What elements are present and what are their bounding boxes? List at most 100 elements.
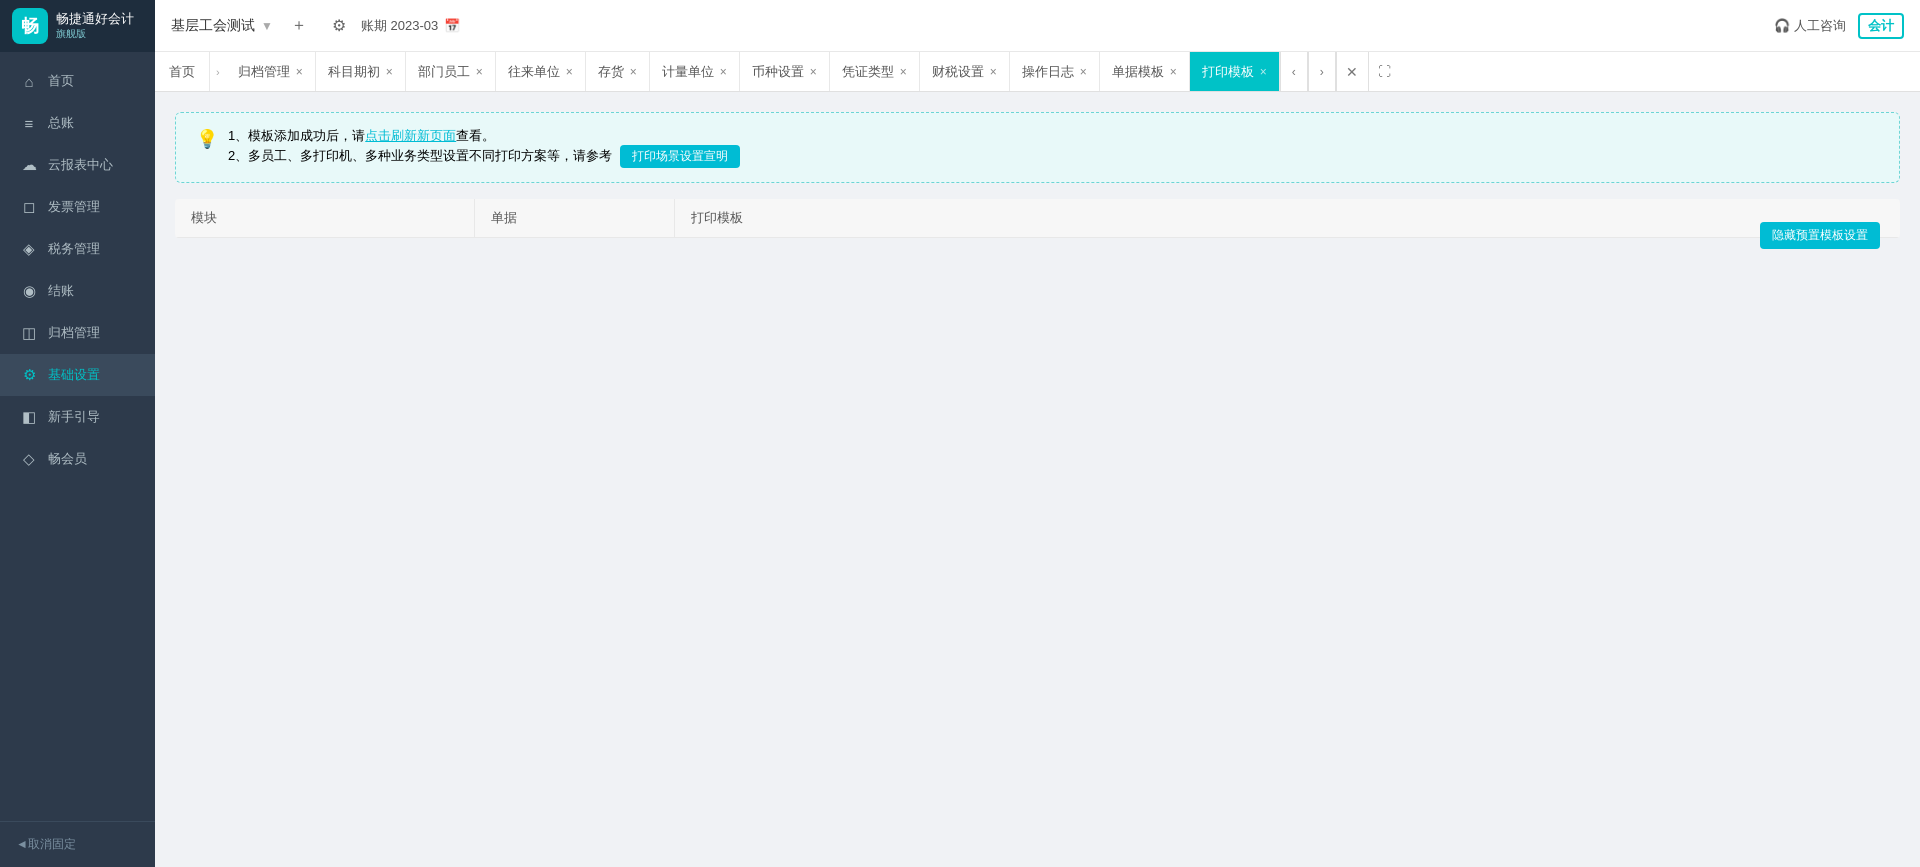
refresh-link[interactable]: 点击刷新新页面 bbox=[365, 128, 456, 143]
add-tab-button[interactable]: ＋ bbox=[285, 12, 313, 40]
sidebar-label-member: 畅会员 bbox=[48, 450, 87, 468]
tab-voucher-template-close-icon[interactable]: × bbox=[1170, 65, 1177, 79]
notice-text-1: 1、模板添加成功后，请 bbox=[228, 128, 365, 143]
sidebar-label-guide: 新手引导 bbox=[48, 408, 100, 426]
tab-subject-init-label: 科目期初 bbox=[328, 63, 380, 81]
tab-expand-button[interactable]: ⛶ bbox=[1368, 52, 1400, 92]
main-area: 基层工会测试 ▼ ＋ ⚙ 账期 2023-03 📅 🎧 人工咨询 会计 首页 bbox=[155, 0, 1920, 867]
ledger-icon: ≡ bbox=[20, 115, 38, 132]
table-col-module: 模块 bbox=[175, 199, 475, 237]
tab-prev-button[interactable]: ‹ bbox=[1280, 52, 1308, 92]
tabbar: 首页 › 归档管理 × 科目期初 × 部门员工 × 往来单位 × 存货 × 计量… bbox=[155, 52, 1920, 92]
company-chevron-icon: ▼ bbox=[261, 19, 273, 33]
logo-icon: 畅 bbox=[12, 8, 48, 44]
tab-voucher-template-label: 单据模板 bbox=[1112, 63, 1164, 81]
settings-icon: ⚙ bbox=[20, 366, 38, 384]
tab-voucher-type[interactable]: 凭证类型 × bbox=[830, 52, 920, 92]
sidebar-label-ledger: 总账 bbox=[48, 114, 74, 132]
tab-inventory-close-icon[interactable]: × bbox=[630, 65, 637, 79]
support-button[interactable]: 🎧 人工咨询 bbox=[1774, 17, 1846, 35]
tab-voucher-type-close-icon[interactable]: × bbox=[900, 65, 907, 79]
notice-line2: 2、多员工、多打印机、多种业务类型设置不同打印方案等，请参考 打印场景设置宣明 bbox=[228, 145, 740, 168]
logo-text-block: 畅捷通好会计 旗舰版 bbox=[56, 11, 134, 42]
sidebar-label-reports: 云报表中心 bbox=[48, 156, 113, 174]
bulb-icon: 💡 bbox=[196, 128, 218, 150]
unpin-button[interactable]: ◄取消固定 bbox=[0, 821, 155, 867]
sidebar-item-tax[interactable]: ◈ 税务管理 bbox=[0, 228, 155, 270]
tab-print-template-close-icon[interactable]: × bbox=[1260, 65, 1267, 79]
closing-icon: ◉ bbox=[20, 282, 38, 300]
tab-unit[interactable]: 计量单位 × bbox=[650, 52, 740, 92]
tab-unit-close-icon[interactable]: × bbox=[720, 65, 727, 79]
cloud-icon: ☁ bbox=[20, 156, 38, 174]
tab-home-label: 首页 bbox=[169, 63, 195, 81]
accountant-label: 会计 bbox=[1868, 18, 1894, 33]
company-selector[interactable]: 基层工会测试 ▼ bbox=[171, 17, 273, 35]
tab-next-button[interactable]: › bbox=[1308, 52, 1336, 92]
tab-operation-log[interactable]: 操作日志 × bbox=[1010, 52, 1100, 92]
hide-preview-settings-label: 隐藏预置模板设置 bbox=[1772, 228, 1868, 242]
company-name: 基层工会测试 bbox=[171, 17, 255, 35]
sidebar-label-settings: 基础设置 bbox=[48, 366, 100, 384]
sidebar-item-closing[interactable]: ◉ 结账 bbox=[0, 270, 155, 312]
tab-inventory-label: 存货 bbox=[598, 63, 624, 81]
tab-archive-close-icon[interactable]: × bbox=[296, 65, 303, 79]
calendar-icon[interactable]: 📅 bbox=[444, 18, 460, 33]
sidebar-label-archive: 归档管理 bbox=[48, 324, 100, 342]
period-display: 账期 2023-03 📅 bbox=[361, 17, 460, 35]
sidebar-label-tax: 税务管理 bbox=[48, 240, 100, 258]
tab-archive[interactable]: 归档管理 × bbox=[226, 52, 316, 92]
tab-tax-settings-close-icon[interactable]: × bbox=[990, 65, 997, 79]
tab-print-template[interactable]: 打印模板 × bbox=[1190, 52, 1280, 92]
tab-subject-init[interactable]: 科目期初 × bbox=[316, 52, 406, 92]
tab-voucher-template[interactable]: 单据模板 × bbox=[1100, 52, 1190, 92]
sidebar-nav: ⌂ 首页 ≡ 总账 ☁ 云报表中心 ◻ 发票管理 ◈ 税务管理 ◉ 结账 ◫ 归… bbox=[0, 52, 155, 821]
home-icon: ⌂ bbox=[20, 73, 38, 90]
tab-home[interactable]: 首页 bbox=[155, 52, 210, 92]
tab-counterparty-close-icon[interactable]: × bbox=[566, 65, 573, 79]
sidebar-item-guide[interactable]: ◧ 新手引导 bbox=[0, 396, 155, 438]
tab-department-close-icon[interactable]: × bbox=[476, 65, 483, 79]
period-label: 账期 bbox=[361, 17, 387, 35]
tab-operation-log-close-icon[interactable]: × bbox=[1080, 65, 1087, 79]
print-scene-button[interactable]: 打印场景设置宣明 bbox=[620, 145, 740, 168]
sidebar-item-settings[interactable]: ⚙ 基础设置 bbox=[0, 354, 155, 396]
notice-line1: 1、模板添加成功后，请点击刷新新页面查看。 bbox=[228, 127, 740, 145]
tab-subject-init-close-icon[interactable]: × bbox=[386, 65, 393, 79]
tab-tax-settings[interactable]: 财税设置 × bbox=[920, 52, 1010, 92]
app-name: 畅捷通好会计 bbox=[56, 11, 134, 28]
content-wrapper: 隐藏预置模板设置 💡 1、模板添加成功后，请点击刷新新页面查看。 2、多员工、多… bbox=[175, 112, 1900, 238]
tab-archive-label: 归档管理 bbox=[238, 63, 290, 81]
sidebar-item-invoice[interactable]: ◻ 发票管理 bbox=[0, 186, 155, 228]
tab-currency[interactable]: 币种设置 × bbox=[740, 52, 830, 92]
accountant-badge[interactable]: 会计 bbox=[1858, 13, 1904, 39]
sidebar-item-archive[interactable]: ◫ 归档管理 bbox=[0, 312, 155, 354]
sidebar-label-home: 首页 bbox=[48, 72, 74, 90]
sidebar-item-reports[interactable]: ☁ 云报表中心 bbox=[0, 144, 155, 186]
notice-text-2: 2、多员工、多打印机、多种业务类型设置不同打印方案等，请参考 bbox=[228, 148, 612, 163]
app-logo: 畅 畅捷通好会计 旗舰版 bbox=[0, 0, 155, 52]
sidebar: 畅 畅捷通好会计 旗舰版 ⌂ 首页 ≡ 总账 ☁ 云报表中心 ◻ 发票管理 ◈ … bbox=[0, 0, 155, 867]
invoice-icon: ◻ bbox=[20, 198, 38, 216]
tab-counterparty[interactable]: 往来单位 × bbox=[496, 52, 586, 92]
notice-box: 💡 1、模板添加成功后，请点击刷新新页面查看。 2、多员工、多打印机、多种业务类… bbox=[175, 112, 1900, 183]
sidebar-item-member[interactable]: ◇ 畅会员 bbox=[0, 438, 155, 480]
tab-voucher-type-label: 凭证类型 bbox=[842, 63, 894, 81]
settings-button[interactable]: ⚙ bbox=[325, 12, 353, 40]
sidebar-item-ledger[interactable]: ≡ 总账 bbox=[0, 102, 155, 144]
tab-counterparty-label: 往来单位 bbox=[508, 63, 560, 81]
sidebar-label-closing: 结账 bbox=[48, 282, 74, 300]
member-icon: ◇ bbox=[20, 450, 38, 468]
table-header-row: 模块 单据 打印模板 bbox=[175, 199, 1900, 238]
notice-content: 1、模板添加成功后，请点击刷新新页面查看。 2、多员工、多打印机、多种业务类型设… bbox=[228, 127, 740, 168]
tab-department[interactable]: 部门员工 × bbox=[406, 52, 496, 92]
hide-preview-settings-button[interactable]: 隐藏预置模板设置 bbox=[1760, 222, 1880, 249]
tab-close-all-button[interactable]: ✕ bbox=[1336, 52, 1368, 92]
sidebar-item-home[interactable]: ⌂ 首页 bbox=[0, 60, 155, 102]
support-label: 人工咨询 bbox=[1794, 17, 1846, 35]
sidebar-label-invoice: 发票管理 bbox=[48, 198, 100, 216]
tab-inventory[interactable]: 存货 × bbox=[586, 52, 650, 92]
tab-currency-close-icon[interactable]: × bbox=[810, 65, 817, 79]
tab-operation-log-label: 操作日志 bbox=[1022, 63, 1074, 81]
topbar: 基层工会测试 ▼ ＋ ⚙ 账期 2023-03 📅 🎧 人工咨询 会计 bbox=[155, 0, 1920, 52]
